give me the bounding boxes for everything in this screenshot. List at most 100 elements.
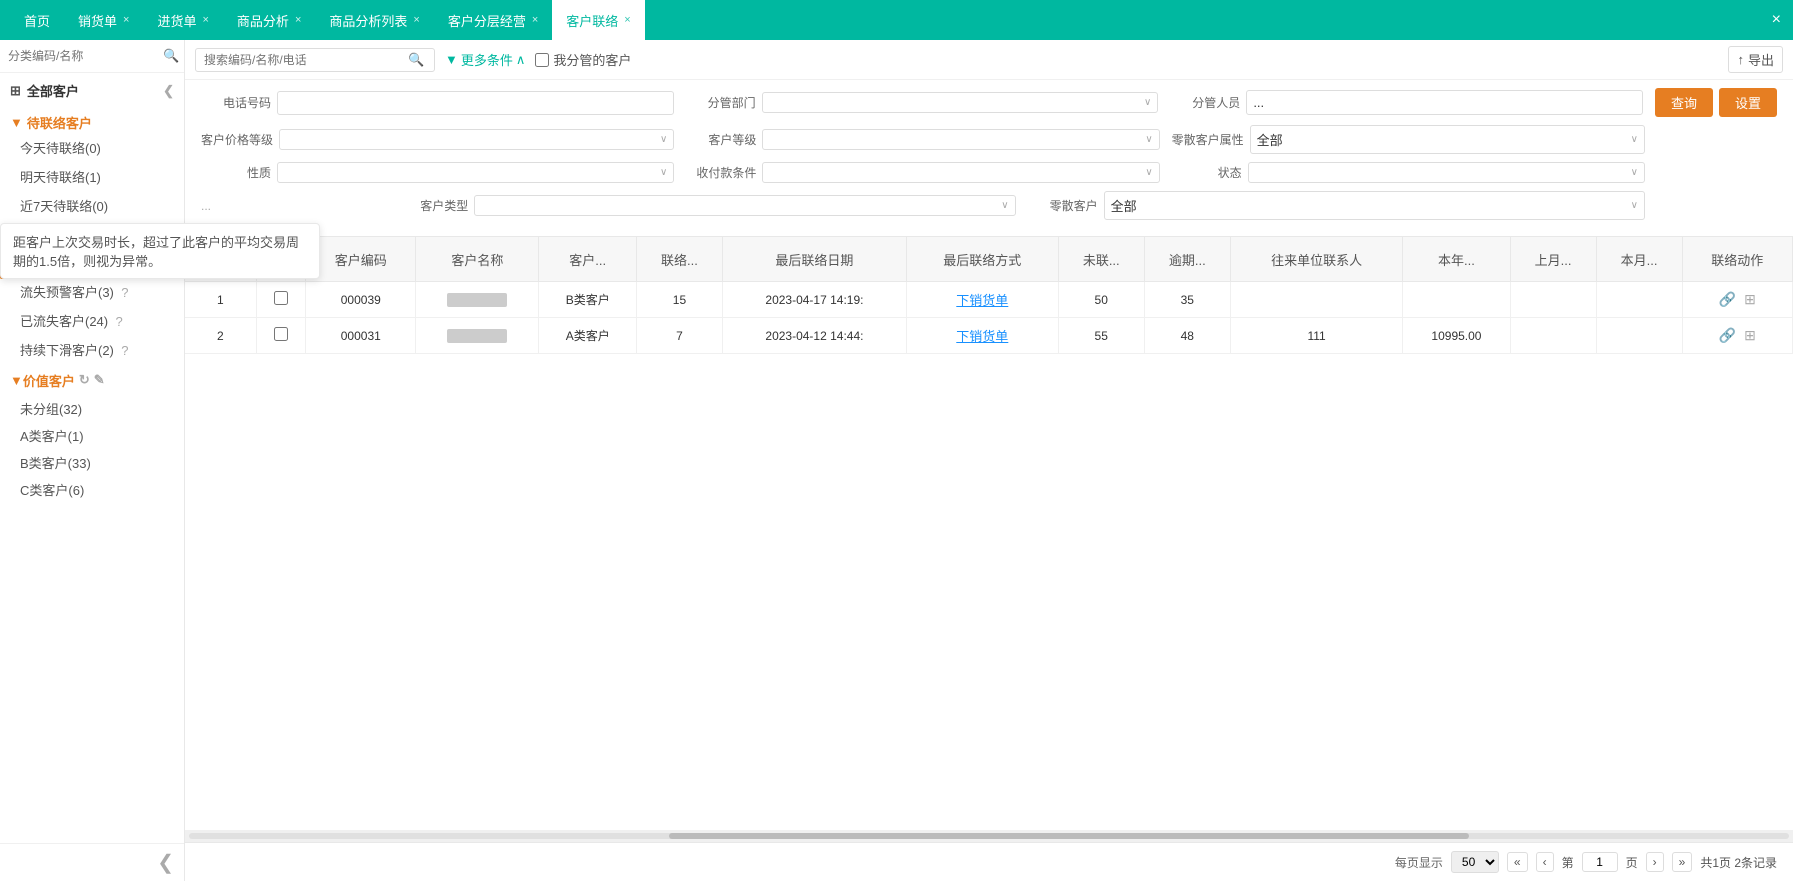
pagination-bar: 每页显示 50 « ‹ 第 页 › » 共1页 2条记录 (185, 842, 1793, 881)
retail-customer-select[interactable]: 全部 ∨ (1104, 191, 1645, 220)
retail-attr-select[interactable]: 全部 ∨ (1250, 125, 1645, 154)
nav-customer-contact[interactable]: 客户联络 × (552, 0, 644, 40)
search-input[interactable] (204, 53, 404, 67)
contact-method-link[interactable]: 下销货单 (956, 293, 1008, 308)
nav-product-analysis-list-close[interactable]: × (413, 14, 419, 26)
nav-purchase[interactable]: 进货单 × (143, 0, 222, 40)
declining-info-icon[interactable]: ? (121, 343, 128, 358)
nature-select[interactable]: ∨ (277, 162, 674, 183)
page-input[interactable] (1582, 852, 1618, 872)
row-last-contact-date: 2023-04-12 14:44: (722, 318, 906, 354)
col-contact-count[interactable]: 联络... (636, 237, 722, 282)
window-close-icon[interactable]: × (1772, 11, 1781, 29)
contact-method-link[interactable]: 下销货单 (956, 329, 1008, 344)
nav-product-analysis-close[interactable]: × (295, 14, 301, 26)
col-last-contact-date[interactable]: 最后联络日期 (722, 237, 906, 282)
prev-page-btn[interactable]: ‹ (1536, 852, 1554, 872)
nav-purchase-close[interactable]: × (202, 14, 208, 26)
row-overdue: 48 (1144, 318, 1230, 354)
col-actions-label: 联络动作 (1711, 253, 1763, 268)
customer-type-select[interactable]: ∨ (474, 195, 1015, 216)
nav-sales-close[interactable]: × (123, 14, 129, 26)
settings-button[interactable]: 设置 (1719, 88, 1777, 117)
price-level-select[interactable]: ∨ (279, 129, 674, 150)
table-row: 1 000039 B类客户 15 2023-04-17 14:19: 下销货单 … (185, 282, 1793, 318)
value-group-edit-icon[interactable]: ✎ (94, 372, 105, 388)
per-page-select[interactable]: 50 (1451, 851, 1499, 873)
c-class-label: C类客户(6) (20, 483, 84, 498)
filter-cell-status: 状态 ∨ (1172, 162, 1645, 183)
nav-home[interactable]: 首页 (10, 0, 64, 40)
row-last-contact-method[interactable]: 下销货单 (906, 282, 1058, 318)
row-grid-icon[interactable]: ⊞ (1744, 327, 1756, 344)
sidebar-item-lost-warning[interactable]: 流失预警客户(3) ? (0, 279, 184, 308)
more-filters-btn[interactable]: ... (201, 199, 211, 213)
manager-select[interactable]: ... (1246, 90, 1643, 115)
row-grid-icon[interactable]: ⊞ (1744, 291, 1756, 308)
sidebar-item-ungrouped[interactable]: 未分组(32) (0, 395, 184, 422)
search-execute-icon[interactable]: 🔍 (408, 52, 424, 68)
dept-select[interactable]: ∨ (762, 92, 1159, 113)
sidebar-item-a-class[interactable]: A类客户(1) (0, 422, 184, 449)
scroll-thumb[interactable] (669, 833, 1469, 839)
col-name[interactable]: 客户名称 (416, 237, 539, 282)
customer-level-select[interactable]: ∨ (762, 129, 1159, 150)
all-customers-header[interactable]: ⊞ 全部客户 ❮ (0, 73, 184, 108)
nav-customer-contact-close[interactable]: × (624, 14, 630, 26)
col-last-contact-method[interactable]: 最后联络方式 (906, 237, 1058, 282)
row-select-checkbox[interactable] (274, 327, 288, 341)
sidebar-collapse-btn[interactable]: ❮ (0, 843, 184, 881)
row-link-icon[interactable]: 🔗 (1719, 327, 1736, 344)
row-checkbox[interactable] (256, 282, 306, 318)
row-last-contact-method[interactable]: 下销货单 (906, 318, 1058, 354)
my-customer-checkbox[interactable] (535, 53, 549, 67)
7day-pending-label: 近7天待联络(0) (20, 199, 108, 214)
export-button[interactable]: ↑ 导出 (1728, 46, 1783, 73)
sidebar-search-icon[interactable]: 🔍 (163, 48, 179, 64)
row-checkbox[interactable] (256, 318, 306, 354)
col-customer-type[interactable]: 客户... (539, 237, 637, 282)
sidebar-item-already-lost[interactable]: 已流失客户(24) ? (0, 308, 184, 337)
sidebar-item-tomorrow-pending[interactable]: 明天待联络(1) (0, 164, 184, 193)
phone-input[interactable] (277, 91, 674, 115)
collapse-icon[interactable]: ❮ (163, 83, 174, 99)
horizontal-scrollbar[interactable] (185, 830, 1793, 842)
sidebar-search-input[interactable] (8, 49, 163, 63)
first-page-btn[interactable]: « (1507, 852, 1528, 872)
nav-product-analysis[interactable]: 商品分析 × (223, 0, 315, 40)
sidebar-item-today-pending[interactable]: 今天待联络(0) (0, 135, 184, 164)
lost-info-icon[interactable]: ? (121, 285, 128, 300)
col-this-year[interactable]: 本年... (1403, 237, 1510, 282)
nav-customer-stratification[interactable]: 客户分层经营 × (434, 0, 552, 40)
nav-customer-stratification-close[interactable]: × (532, 14, 538, 26)
col-last-month[interactable]: 上月... (1510, 237, 1596, 282)
value-group-refresh-icon[interactable]: ↻ (79, 372, 90, 388)
col-uncontacted[interactable]: 未联... (1058, 237, 1144, 282)
last-page-btn[interactable]: » (1672, 852, 1693, 872)
row-select-checkbox[interactable] (274, 291, 288, 305)
next-page-btn[interactable]: › (1646, 852, 1664, 872)
value-group-label[interactable]: ▼ 价值客户 ↻ ✎ (0, 366, 184, 395)
col-this-month[interactable]: 本月... (1596, 237, 1682, 282)
row-this-month (1596, 318, 1682, 354)
sidebar-item-b-class[interactable]: B类客户(33) (0, 449, 184, 476)
col-overdue[interactable]: 逾期... (1144, 237, 1230, 282)
nav-sales[interactable]: 销货单 × (64, 0, 143, 40)
status-select[interactable]: ∨ (1248, 162, 1645, 183)
retail-customer-value: 全部 (1111, 196, 1137, 215)
sidebar-item-7day-pending[interactable]: 近7天待联络(0) (0, 193, 184, 222)
col-code[interactable]: 客户编码 (306, 237, 416, 282)
col-uncontacted-label: 未联... (1083, 253, 1120, 268)
sidebar-item-c-class[interactable]: C类客户(6) (0, 476, 184, 503)
payment-select[interactable]: ∨ (762, 162, 1159, 183)
sidebar-item-declining[interactable]: 持续下滑客户(2) ? (0, 337, 184, 366)
col-unit-contact[interactable]: 往来单位联系人 (1230, 237, 1403, 282)
table-body: 1 000039 B类客户 15 2023-04-17 14:19: 下销货单 … (185, 282, 1793, 354)
row-link-icon[interactable]: 🔗 (1719, 291, 1736, 308)
already-lost-info-icon[interactable]: ? (115, 314, 122, 329)
main-layout: 🔍 ⊞ 全部客户 ❮ ▼ 待联络客户 今天待联络(0) 明天待联络(1) 近7天… (0, 40, 1793, 881)
more-conditions-btn[interactable]: ▼ 更多条件 ∧ (445, 50, 525, 69)
query-button[interactable]: 查询 (1655, 88, 1713, 117)
nav-product-analysis-list[interactable]: 商品分析列表 × (315, 0, 433, 40)
pending-group-label[interactable]: ▼ 待联络客户 (0, 108, 184, 135)
